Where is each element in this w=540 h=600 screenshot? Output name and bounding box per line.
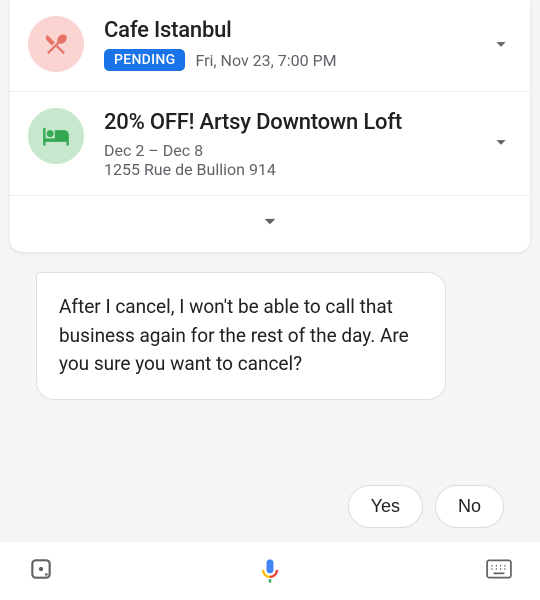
lodging-card[interactable]: 20% OFF! Artsy Downtown Loft Dec 2 – Dec… [10,92,530,196]
status-badge: PENDING [104,49,185,71]
no-button[interactable]: No [435,485,504,528]
lens-icon[interactable] [28,556,54,586]
hotel-icon [28,108,84,164]
expand-chevron[interactable] [10,196,530,252]
mic-icon[interactable] [256,557,284,585]
reservation-card[interactable]: Cafe Istanbul PENDING Fri, Nov 23, 7:00 … [10,0,530,92]
card-meta-row: PENDING Fri, Nov 23, 7:00 PM [104,49,512,71]
card-address: 1255 Rue de Bullion 914 [104,160,512,179]
restaurant-icon [28,16,84,72]
assistant-text: After I cancel, I won't be able to call … [59,295,409,375]
chevron-down-icon [257,208,283,234]
card-title: 20% OFF! Artsy Downtown Loft [104,110,512,135]
card-content: Cafe Istanbul PENDING Fri, Nov 23, 7:00 … [104,16,512,75]
card-title: Cafe Istanbul [104,18,512,43]
keyboard-icon[interactable] [486,559,512,583]
suggestion-chips: Yes No [348,485,504,528]
yes-button[interactable]: Yes [348,485,423,528]
card-dates: Dec 2 – Dec 8 [104,141,512,160]
chevron-down-icon[interactable] [490,33,512,59]
cards-container: Cafe Istanbul PENDING Fri, Nov 23, 7:00 … [10,0,530,252]
card-time: Fri, Nov 23, 7:00 PM [195,51,336,70]
chevron-down-icon[interactable] [490,131,512,157]
card-content: 20% OFF! Artsy Downtown Loft Dec 2 – Dec… [104,108,512,179]
bottom-bar [0,542,540,600]
assistant-bubble: After I cancel, I won't be able to call … [36,272,446,400]
